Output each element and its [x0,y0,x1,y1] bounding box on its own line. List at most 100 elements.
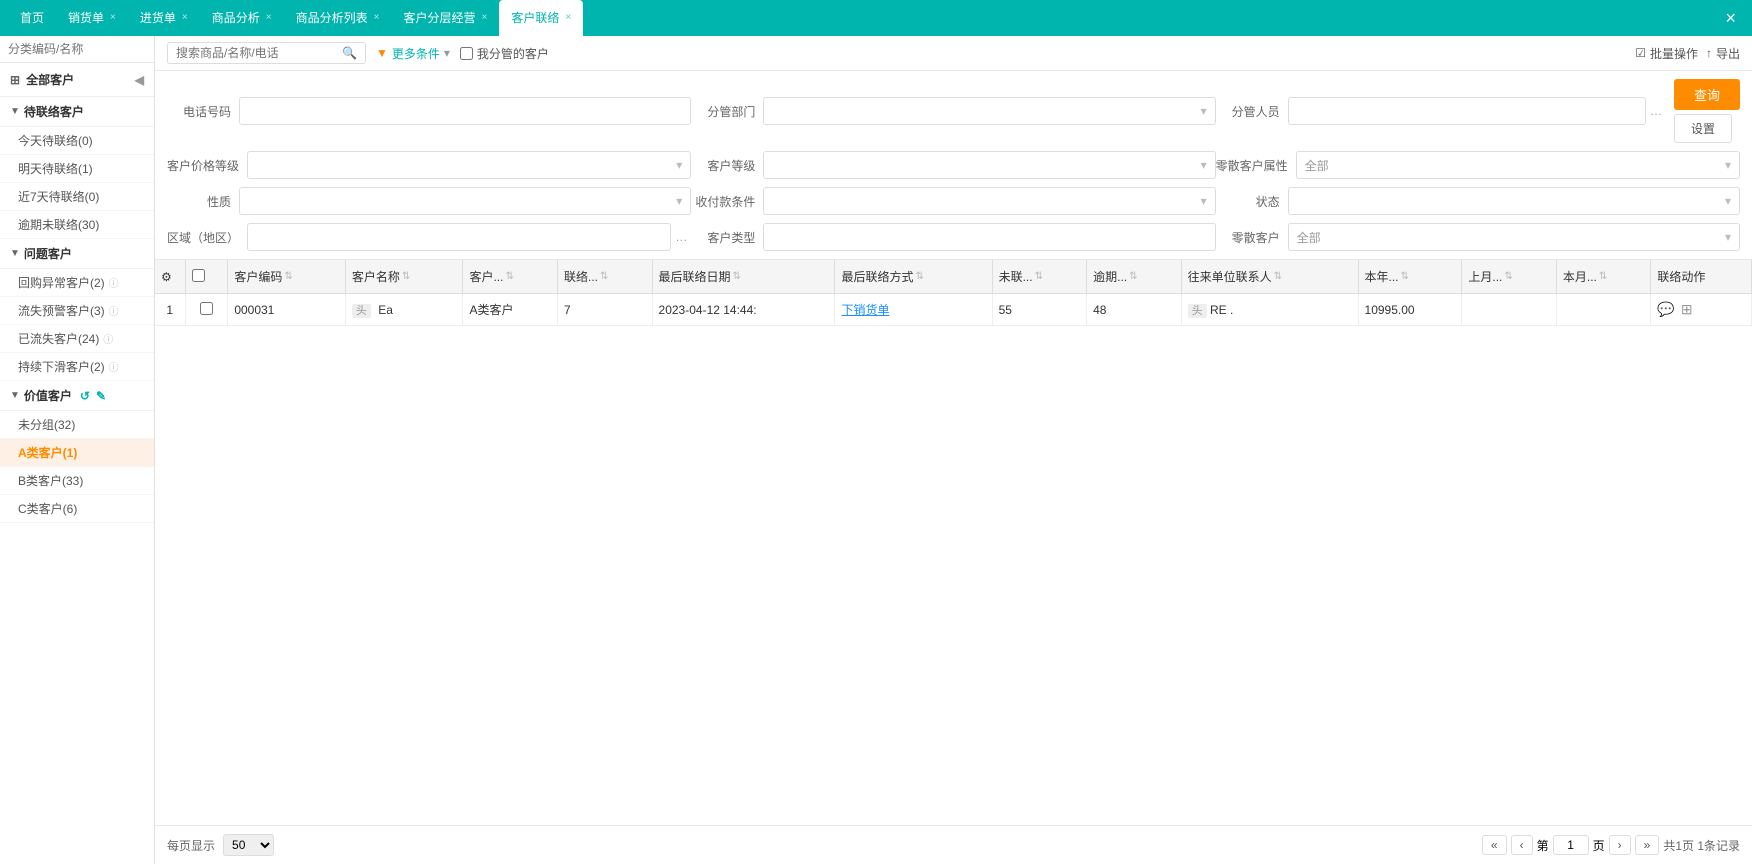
sort-icon-company[interactable]: ⇅ [1274,271,1282,282]
sidebar-7day-contact[interactable]: 近7天待联络(0) [0,183,154,211]
grid-icon: ⊞ [10,73,20,87]
filter-nature: 性质 ▾ [167,187,691,215]
customer-level-label: 客户等级 [691,157,763,174]
col-last-method: 最后联络方式 ⇅ [835,260,992,294]
filter-search-icon[interactable]: 🔍 [342,46,357,60]
sidebar-overdue-contact[interactable]: 逾期未联络(30) [0,211,154,239]
nav-sales[interactable]: 销货单 × [56,0,128,36]
last-method-link[interactable]: 下销货单 [841,303,889,317]
sort-icon-year[interactable]: ⇅ [1401,271,1409,282]
chat-icon[interactable]: 💬 [1657,301,1674,318]
close-analysis-list-tab[interactable]: × [374,0,380,36]
next-page-btn[interactable]: › [1609,835,1631,855]
retail-customer-select[interactable]: 全部 ▾ [1288,223,1740,251]
nav-home[interactable]: 首页 [8,0,56,36]
window-close-button[interactable]: × [1717,8,1744,29]
customer-level-select[interactable]: ▾ [763,151,1215,179]
nav-purchase[interactable]: 进货单 × [128,0,200,36]
close-segment-tab[interactable]: × [481,0,487,36]
grid-action-icon[interactable]: ⊞ [1681,301,1693,318]
page-size-select[interactable]: 50 10 20 100 [223,834,274,856]
region-input[interactable] [247,223,671,251]
sort-icon-lastmonth[interactable]: ⇅ [1504,271,1512,282]
phone-input[interactable] [239,97,691,125]
more-filter-btn[interactable]: ▼ 更多条件 ▾ [376,45,450,62]
phone-text-input[interactable] [248,104,682,118]
query-button[interactable]: 查询 [1674,79,1740,110]
row-checkbox[interactable] [200,302,213,315]
row-last-date: 2023-04-12 14:44: [652,294,835,326]
sort-icon-contact[interactable]: ⇅ [600,271,608,282]
close-sales-tab[interactable]: × [110,0,116,36]
close-analysis-tab[interactable]: × [266,0,272,36]
close-contact-tab[interactable]: × [565,0,571,36]
person-dots-btn[interactable]: … [1646,104,1666,118]
my-customers-checkbox[interactable] [460,47,473,60]
sidebar-a-class[interactable]: A类客户(1) [0,439,154,467]
prev-page-btn[interactable]: ‹ [1511,835,1533,855]
sidebar-churn-warning[interactable]: 流失预警客户(3) ⓘ [0,297,154,325]
retail-customer-chevron: ▾ [1725,230,1731,244]
name-avatar: 头 [352,304,371,318]
nature-select[interactable]: ▾ [239,187,691,215]
sidebar-tomorrow-contact[interactable]: 明天待联络(1) [0,155,154,183]
group-pending-contact[interactable]: ▼ 待联络客户 [0,97,154,127]
col-name: 客户名称 ⇅ [345,260,463,294]
sidebar-abnormal-repurchase[interactable]: 回购异常客户(2) ⓘ [0,269,154,297]
sidebar-declining[interactable]: 持续下滑客户(2) ⓘ [0,353,154,381]
phone-label: 电话号码 [167,103,239,120]
select-all-checkbox[interactable] [192,269,205,282]
nav-product-analysis-list[interactable]: 商品分析列表 × [284,0,392,36]
filter-form: 电话号码 分管部门 ▾ 分管人员 … 查询 [155,71,1752,260]
filter-search-input[interactable] [176,46,336,60]
settings-col-header[interactable]: ⚙ [155,260,185,294]
sort-icon-month[interactable]: ⇅ [1599,271,1607,282]
payment-select[interactable]: ▾ [763,187,1215,215]
group-problem-customers[interactable]: ▼ 问题客户 [0,239,154,269]
nav-customer-segment[interactable]: 客户分层经营 × [391,0,499,36]
first-page-btn[interactable]: « [1482,835,1507,855]
batch-ops-link[interactable]: ☑ 批量操作 [1635,45,1698,62]
customer-type-input[interactable] [763,223,1215,251]
sidebar-c-class[interactable]: C类客户(6) [0,495,154,523]
sidebar-collapse-icon[interactable]: ◀ [135,73,144,87]
export-link[interactable]: ↑ 导出 [1706,45,1740,62]
sort-icon-nocontact[interactable]: ⇅ [1035,271,1043,282]
sidebar-churned[interactable]: 已流失客户(24) ⓘ [0,325,154,353]
sort-icon-overdue[interactable]: ⇅ [1129,271,1137,282]
region-dots-btn[interactable]: … [671,230,691,244]
page-number-input[interactable] [1553,835,1589,855]
info-icon-4: ⓘ [109,359,119,374]
refresh-icon[interactable]: ↺ [80,389,90,403]
sort-icon-method[interactable]: ⇅ [915,271,923,282]
status-select[interactable]: ▾ [1288,187,1740,215]
sort-icon-name[interactable]: ⇅ [402,271,410,282]
filter-region: 区域（地区） … [167,223,691,251]
sort-icon-date[interactable]: ⇅ [733,271,741,282]
retail-attr-chevron: ▾ [1725,158,1731,172]
col-current-year: 本年... ⇅ [1358,260,1462,294]
sidebar-b-class[interactable]: B类客户(33) [0,467,154,495]
sidebar-search-input[interactable] [8,42,155,56]
my-customers-filter[interactable]: 我分管的客户 [460,45,549,62]
person-input[interactable] [1288,97,1646,125]
col-last-month: 上月... ⇅ [1462,260,1557,294]
nav-customer-contact[interactable]: 客户联络 × [499,0,583,36]
price-level-select[interactable]: ▾ [247,151,691,179]
close-purchase-tab[interactable]: × [182,0,188,36]
sidebar-ungrouped[interactable]: 未分组(32) [0,411,154,439]
sort-icon-code[interactable]: ⇅ [284,271,292,282]
row-code: 000031 [228,294,346,326]
nav-product-analysis[interactable]: 商品分析 × [200,0,284,36]
edit-icon[interactable]: ✎ [96,389,106,403]
person-label: 分管人员 [1216,103,1288,120]
sort-icon-type[interactable]: ⇅ [505,271,513,282]
sidebar-today-contact[interactable]: 今天待联络(0) [0,127,154,155]
settings-button[interactable]: 设置 [1674,114,1732,143]
row-last-month [1462,294,1557,326]
group-value-customers[interactable]: ▼ 价值客户 ↺ ✎ [0,381,154,411]
retail-attr-select[interactable]: 全部 ▾ [1296,151,1740,179]
sidebar-all-customers[interactable]: ⊞ 全部客户 ◀ [0,63,154,97]
last-page-btn[interactable]: » [1635,835,1660,855]
dept-select[interactable]: ▾ [763,97,1215,125]
